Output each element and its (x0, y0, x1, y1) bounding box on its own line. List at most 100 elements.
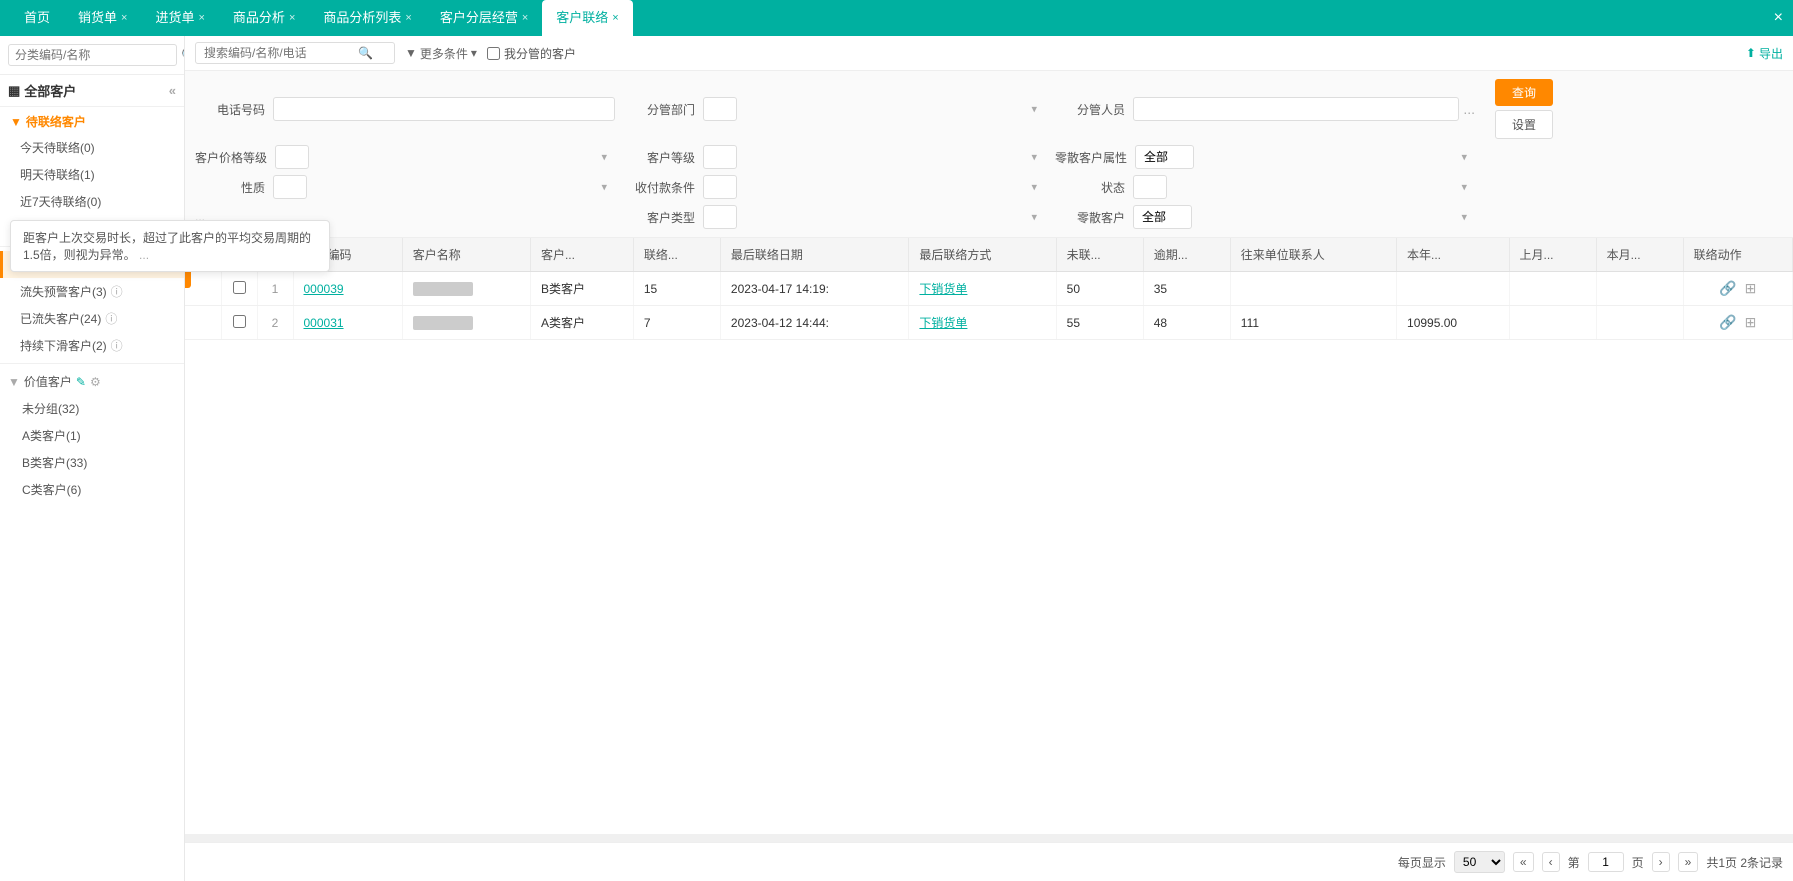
main-search-input[interactable] (204, 46, 354, 60)
person-input[interactable] (1133, 97, 1459, 121)
nav-customer-contact[interactable]: 客户联络 × (542, 0, 632, 36)
sidebar-item-class-b[interactable]: B类客户(33) (0, 449, 184, 476)
search-icon[interactable]: 🔍 (358, 46, 373, 60)
tooltip-box: 距客户上次交易时长，超过了此客户的平均交易周期的1.5倍，则视为异常。 ... (185, 220, 330, 272)
row2-contact: 7 (633, 306, 720, 340)
my-customer-checkbox-area: 我分管的客户 (487, 45, 576, 62)
th-last-date[interactable]: 最后联络日期 (720, 238, 909, 272)
row1-type: B类客户 (530, 272, 633, 306)
row2-last-method[interactable]: 下销货单 (909, 306, 1056, 340)
edit-icon[interactable]: ✎ (76, 375, 86, 389)
row1-last-month (1509, 272, 1596, 306)
customer-table: ⚙ 客户编码 客户名称 客户... (185, 238, 1793, 340)
table-row: 2 000031 A类客户 7 2023-04-12 14:44: 下销货单 5… (185, 306, 1793, 340)
th-this-month[interactable]: 本月... (1596, 238, 1683, 272)
filter-gender: 性质 (195, 175, 615, 199)
next-page-btn[interactable]: › (1652, 852, 1670, 872)
row2-last-month (1509, 306, 1596, 340)
status-select[interactable] (1133, 175, 1167, 199)
collapse-icon[interactable]: « (169, 83, 176, 98)
row1-check (221, 272, 257, 306)
filter-phone: 电话号码 (195, 97, 615, 121)
query-btn[interactable]: 查询 (1495, 79, 1553, 106)
chevron-down-icon: ▾ (471, 46, 477, 60)
phone-input[interactable] (273, 97, 615, 121)
sidebar-item-tomorrow[interactable]: 明天待联络(1) (0, 161, 184, 188)
row2-name-blurred (413, 316, 473, 330)
filter-row-4: ... 客户类型 零散客户 全部 (195, 205, 1783, 229)
filter-level: 客户等级 (625, 145, 1045, 169)
dept-select[interactable] (703, 97, 737, 121)
page-number-input[interactable] (1588, 852, 1624, 872)
sidebar-item-today[interactable]: 今天待联络(0) (0, 134, 184, 161)
row2-overdue: 48 (1143, 306, 1230, 340)
row2-link-icon[interactable]: 🔗 (1719, 314, 1736, 331)
sidebar-all-customers[interactable]: ▦ 全部客户 « (0, 75, 184, 107)
th-last-month[interactable]: 上月... (1509, 238, 1596, 272)
th-overdue[interactable]: 逾期... (1143, 238, 1230, 272)
horizontal-scrollbar[interactable] (185, 834, 1793, 842)
export-btn[interactable]: ⬆ 导出 (1746, 45, 1783, 62)
th-last-method[interactable]: 最后联络方式 (909, 238, 1056, 272)
th-name[interactable]: 客户名称 (402, 238, 530, 272)
nav-customer-tier[interactable]: 客户分层经营 × (426, 0, 542, 36)
row1-grid-icon[interactable]: ⊞ (1745, 280, 1757, 297)
row1-this-year (1397, 272, 1509, 306)
row2-last-date: 2023-04-12 14:44: (720, 306, 909, 340)
row1-unit-contact (1230, 272, 1396, 306)
info-icon-churn[interactable]: ⓘ (111, 283, 123, 300)
th-unpaid[interactable]: 未联... (1056, 238, 1143, 272)
th-unit-contact[interactable]: 往来单位联系人 (1230, 238, 1396, 272)
row1-code[interactable]: 000039 (293, 272, 402, 306)
gender-select[interactable] (273, 175, 307, 199)
row1-checkbox[interactable] (233, 281, 246, 294)
row1-last-date: 2023-04-17 14:19: (720, 272, 909, 306)
my-customer-checkbox[interactable] (487, 47, 500, 60)
row1-last-method[interactable]: 下销货单 (909, 272, 1056, 306)
row1-contact: 15 (633, 272, 720, 306)
nav-product-analysis[interactable]: 商品分析 × (219, 0, 309, 36)
row2-code[interactable]: 000031 (293, 306, 402, 340)
type-select[interactable] (703, 205, 737, 229)
settings-icon-sidebar[interactable]: ⚙ (90, 375, 101, 389)
nav-home[interactable]: 首页 (10, 0, 64, 36)
row2-checkbox[interactable] (233, 315, 246, 328)
sidebar-item-declining[interactable]: 持续下滑客户(2) ⓘ (0, 332, 184, 359)
payment-select[interactable] (703, 175, 737, 199)
last-page-btn[interactable]: » (1678, 852, 1699, 872)
level-select[interactable] (703, 145, 737, 169)
prev-page-btn[interactable]: ‹ (1542, 852, 1560, 872)
row2-grid-icon[interactable]: ⊞ (1745, 314, 1757, 331)
row1-link-icon[interactable]: 🔗 (1719, 280, 1736, 297)
retail2-select[interactable]: 全部 (1133, 205, 1192, 229)
right-content: 🔍 ▼ 更多条件 ▾ 我分管的客户 ⬆ 导出 电话号码 (185, 36, 1793, 881)
retail-attr-select[interactable]: 全部 (1135, 145, 1194, 169)
sidebar-item-class-a[interactable]: A类客户(1) (0, 422, 184, 449)
more-filter-btn[interactable]: ▼ 更多条件 ▾ (405, 45, 477, 62)
info-icon-declining[interactable]: ⓘ (111, 337, 123, 354)
left-sidebar: 🔍 ▦ 全部客户 « ▼ 待联络客户 今天待联络(0) 明天待联络(1) 近7天… (0, 36, 185, 881)
th-contact[interactable]: 联络... (633, 238, 720, 272)
settings-btn[interactable]: 设置 (1495, 110, 1553, 139)
first-page-btn[interactable]: « (1513, 852, 1534, 872)
sidebar-item-class-c[interactable]: C类客户(6) (0, 476, 184, 503)
row1-actions: 🔗 ⊞ (1683, 272, 1792, 306)
th-type[interactable]: 客户... (530, 238, 633, 272)
close-all-btn[interactable]: × (1774, 9, 1783, 27)
filter-row-2: 客户价格等级 客户等级 零散客户属性 (195, 145, 1783, 169)
sidebar-item-ungrouped[interactable]: 未分组(32) (0, 395, 184, 422)
person-dots-btn[interactable]: ... (1463, 101, 1475, 117)
sidebar-item-churned[interactable]: 已流失客户(24) ⓘ (0, 305, 184, 332)
info-icon-churned[interactable]: ⓘ (105, 310, 117, 327)
th-this-year[interactable]: 本年... (1397, 238, 1509, 272)
nav-purchase[interactable]: 进货单 × (141, 0, 218, 36)
sidebar-item-7days[interactable]: 近7天待联络(0) (0, 188, 184, 215)
per-page-select[interactable]: 20 50 100 (1454, 851, 1505, 873)
price-level-select[interactable] (275, 145, 309, 169)
grid-icon: ▦ (8, 83, 20, 99)
sidebar-item-churn-warning[interactable]: 流失预警客户(3) ⓘ (0, 278, 184, 305)
row2-unit-contact: 111 (1230, 306, 1396, 340)
nav-sales[interactable]: 销货单 × (64, 0, 141, 36)
nav-product-analysis-list[interactable]: 商品分析列表 × (309, 0, 425, 36)
sidebar-search-input[interactable] (8, 44, 177, 66)
